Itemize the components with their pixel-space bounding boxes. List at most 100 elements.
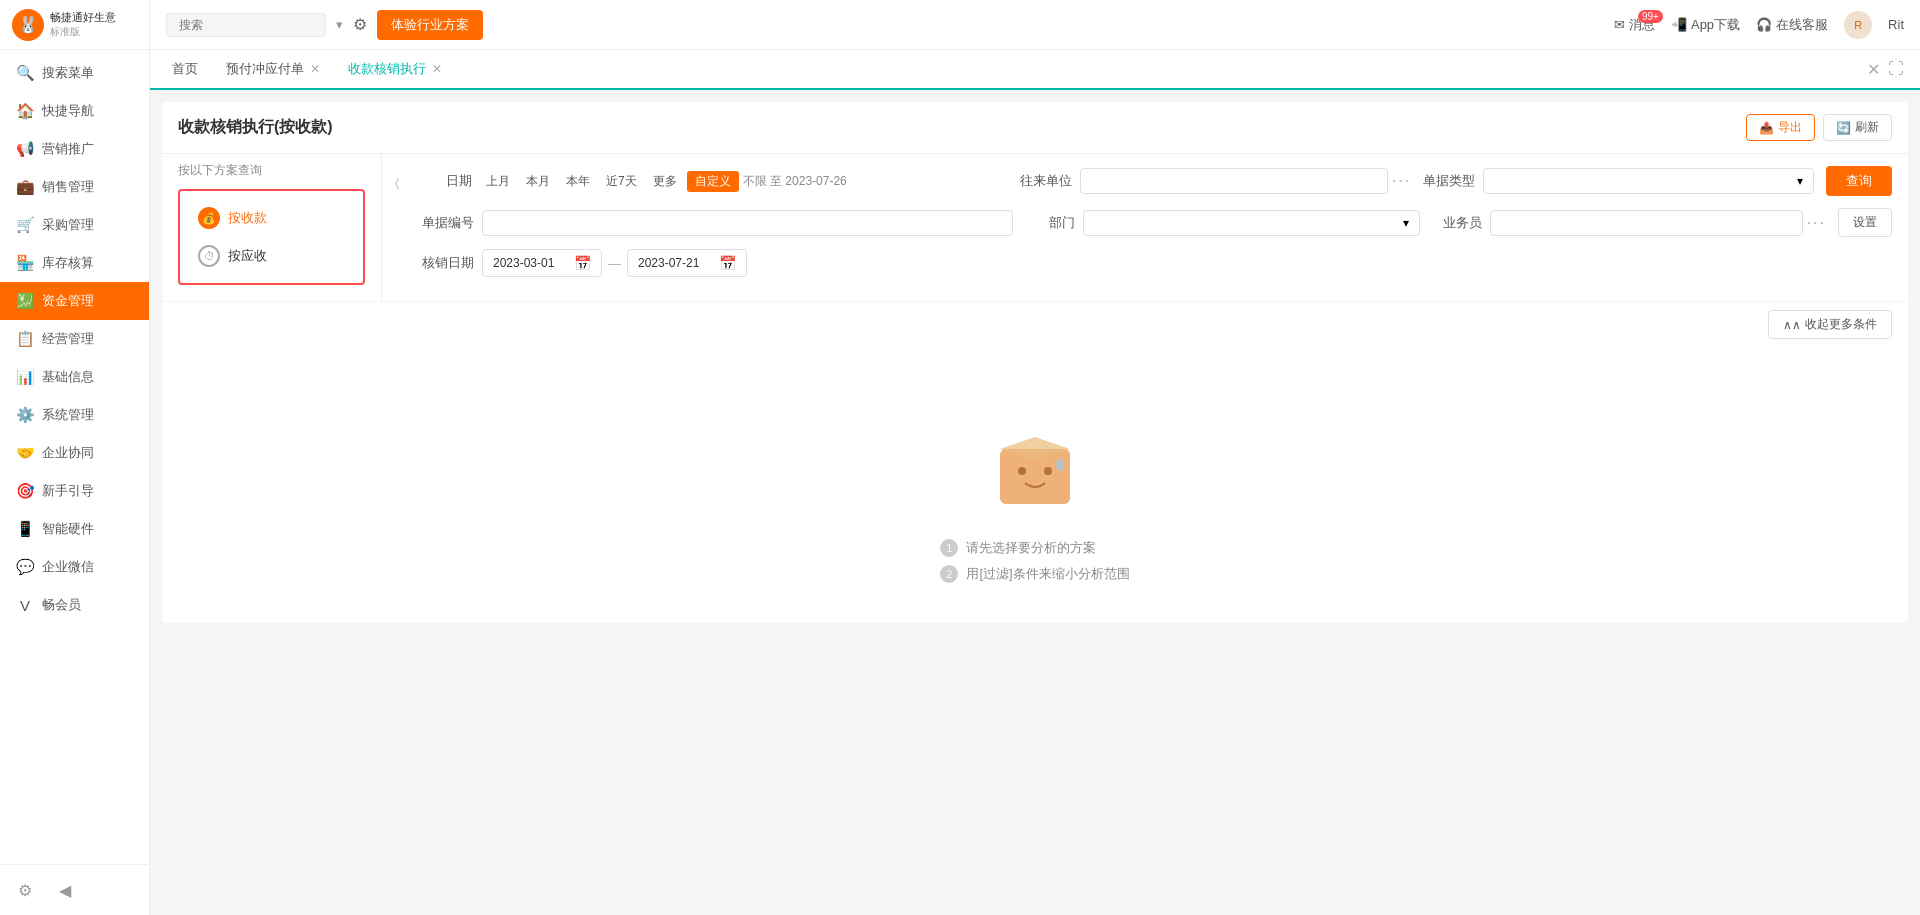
collapse-more-button[interactable]: ∧∧ 收起更多条件	[1768, 310, 1892, 339]
date-label: 日期	[422, 172, 472, 190]
writeoff-date-start-input[interactable]: 2023-03-01 📅	[482, 249, 602, 277]
tabbar-spacer	[456, 50, 1859, 88]
tab-collection-close[interactable]: ✕	[432, 62, 442, 76]
sidebar-item-marketing[interactable]: 📢 营销推广	[0, 130, 149, 168]
writeoff-date-start-value: 2023-03-01	[493, 256, 554, 270]
voucher-type-select[interactable]: ▾	[1483, 168, 1814, 194]
logo-icon: 🐰	[12, 9, 44, 41]
calendar-start-icon: 📅	[574, 255, 591, 271]
sales-icon: 💼	[16, 178, 34, 196]
sidebar-item-quicknav-label: 快捷导航	[42, 102, 94, 120]
date-preset-thisyear[interactable]: 本年	[560, 170, 596, 193]
sidebar-settings-btn[interactable]: ⚙	[10, 875, 40, 905]
tab-expand-icon[interactable]: ⛶	[1888, 60, 1904, 78]
filter-actions-row: ∧∧ 收起更多条件	[162, 301, 1908, 351]
staff-dots-btn[interactable]: ···	[1807, 214, 1826, 232]
sidebar-item-wechat[interactable]: 💬 企业微信	[0, 548, 149, 586]
tab-collection[interactable]: 收款核销执行 ✕	[334, 50, 456, 90]
sidebar-item-inventory-label: 库存核算	[42, 254, 94, 272]
date-preset-7days[interactable]: 近7天	[600, 170, 643, 193]
receivable-option-icon: ⏱	[198, 245, 220, 267]
topbar-search-input[interactable]	[166, 13, 326, 37]
sidebar-item-guide-label: 新手引导	[42, 482, 94, 500]
date-preset-more[interactable]: 更多	[647, 170, 683, 193]
dept-chevron-icon: ▾	[1403, 216, 1409, 230]
tab-close-all-icon[interactable]: ✕	[1867, 60, 1880, 79]
sidebar-collapse-btn[interactable]: ◀	[50, 875, 80, 905]
date-preset-lastmonth[interactable]: 上月	[480, 170, 516, 193]
counterparty-input[interactable]	[1080, 168, 1388, 194]
sidebar-item-vip[interactable]: V 畅会员	[0, 586, 149, 624]
voucher-type-field: 单据类型 ▾	[1423, 168, 1814, 194]
staff-field: 业务员 ···	[1432, 210, 1826, 236]
filter-option-by-collection-label: 按收款	[228, 209, 267, 227]
avatar[interactable]: R	[1844, 11, 1872, 39]
chevron-down-icon[interactable]: ▾	[336, 17, 343, 32]
filter-collapse-btn[interactable]: 《	[382, 154, 406, 214]
solution-button[interactable]: 体验行业方案	[377, 10, 483, 40]
sidebar-item-search[interactable]: 🔍 搜索菜单	[0, 54, 149, 92]
refresh-button[interactable]: 🔄 刷新	[1823, 114, 1892, 141]
sidebar: 🐰 畅捷通好生意 标准版 🔍 搜索菜单 🏠 快捷导航 📢 营销推广 💼 销售管理…	[0, 0, 150, 915]
search-icon: 🔍	[16, 64, 34, 82]
sidebar-item-funds[interactable]: 💹 资金管理	[0, 282, 149, 320]
content-section: 收款核销执行(按收款) 📤 导出 🔄 刷新 按	[162, 102, 1908, 623]
topbar: ▾ ⚙ 体验行业方案 ✉ 消息 99+ 📲 App下载 🎧 在线客服 R Rit	[150, 0, 1920, 50]
export-icon: 📤	[1759, 121, 1774, 135]
main-area: ▾ ⚙ 体验行业方案 ✉ 消息 99+ 📲 App下载 🎧 在线客服 R Rit…	[150, 0, 1920, 915]
tab-prepay-close[interactable]: ✕	[310, 62, 320, 76]
calendar-end-icon: 📅	[719, 255, 736, 271]
filter-option-by-collection[interactable]: 💰 按收款	[188, 199, 355, 237]
sidebar-item-operations[interactable]: 📋 经营管理	[0, 320, 149, 358]
staff-label: 业务员	[1432, 214, 1482, 232]
date-custom-tag[interactable]: 自定义	[687, 171, 739, 192]
tab-collection-label: 收款核销执行	[348, 60, 426, 78]
dept-label: 部门	[1025, 214, 1075, 232]
empty-hint-1-text: 请先选择要分析的方案	[966, 539, 1096, 557]
staff-input[interactable]	[1490, 210, 1803, 236]
empty-svg-illustration	[975, 419, 1095, 519]
topbar-right: ✉ 消息 99+ 📲 App下载 🎧 在线客服 R Rit	[1614, 11, 1904, 39]
refresh-icon: 🔄	[1836, 121, 1851, 135]
query-button[interactable]: 查询	[1826, 166, 1892, 196]
date-preset-thismonth[interactable]: 本月	[520, 170, 556, 193]
page-actions: 📤 导出 🔄 刷新	[1746, 114, 1892, 153]
sidebar-item-sales-label: 销售管理	[42, 178, 94, 196]
date-separator: —	[608, 256, 621, 271]
tab-prepay-label: 预付冲应付单	[226, 60, 304, 78]
sidebar-item-quicknav[interactable]: 🏠 快捷导航	[0, 92, 149, 130]
sidebar-nav: 🔍 搜索菜单 🏠 快捷导航 📢 营销推广 💼 销售管理 🛒 采购管理 🏪 库存核…	[0, 50, 149, 864]
message-button[interactable]: ✉ 消息 99+	[1614, 16, 1655, 34]
logo-text-group: 畅捷通好生意 标准版	[50, 10, 116, 38]
collection-option-icon: 💰	[198, 207, 220, 229]
filter-option-by-receivable[interactable]: ⏱ 按应收	[188, 237, 355, 275]
voucher-no-input[interactable]	[482, 210, 1013, 236]
wechat-icon: 💬	[16, 558, 34, 576]
dept-select[interactable]: ▾	[1083, 210, 1419, 236]
sidebar-item-marketing-label: 营销推广	[42, 140, 94, 158]
counterparty-dots-btn[interactable]: ···	[1392, 172, 1411, 190]
tab-home-label: 首页	[172, 60, 198, 78]
sidebar-item-inventory[interactable]: 🏪 库存核算	[0, 244, 149, 282]
setting-btn-col: 设置	[1838, 208, 1892, 237]
app-download-button[interactable]: 📲 App下载	[1671, 16, 1740, 34]
writeoff-date-end-input[interactable]: 2023-07-21 📅	[627, 249, 747, 277]
sidebar-item-purchase[interactable]: 🛒 采购管理	[0, 206, 149, 244]
sidebar-item-system[interactable]: ⚙️ 系统管理	[0, 396, 149, 434]
setting-button[interactable]: 设置	[1838, 208, 1892, 237]
export-button[interactable]: 📤 导出	[1746, 114, 1815, 141]
settings-icon[interactable]: ⚙	[353, 15, 367, 34]
logo-name: 畅捷通好生意	[50, 10, 116, 24]
online-service-button[interactable]: 🎧 在线客服	[1756, 16, 1828, 34]
tab-home[interactable]: 首页	[158, 50, 212, 90]
sidebar-item-enterprise[interactable]: 🤝 企业协同	[0, 434, 149, 472]
user-name[interactable]: Rit	[1888, 17, 1904, 32]
home-icon: 🏠	[16, 102, 34, 120]
hint-num-2: 2	[940, 565, 958, 583]
sidebar-item-sales[interactable]: 💼 销售管理	[0, 168, 149, 206]
sidebar-item-hardware[interactable]: 📱 智能硬件	[0, 510, 149, 548]
sidebar-item-guide[interactable]: 🎯 新手引导	[0, 472, 149, 510]
tab-prepay[interactable]: 预付冲应付单 ✕	[212, 50, 334, 90]
sidebar-item-basic[interactable]: 📊 基础信息	[0, 358, 149, 396]
svg-point-4	[1044, 467, 1052, 475]
